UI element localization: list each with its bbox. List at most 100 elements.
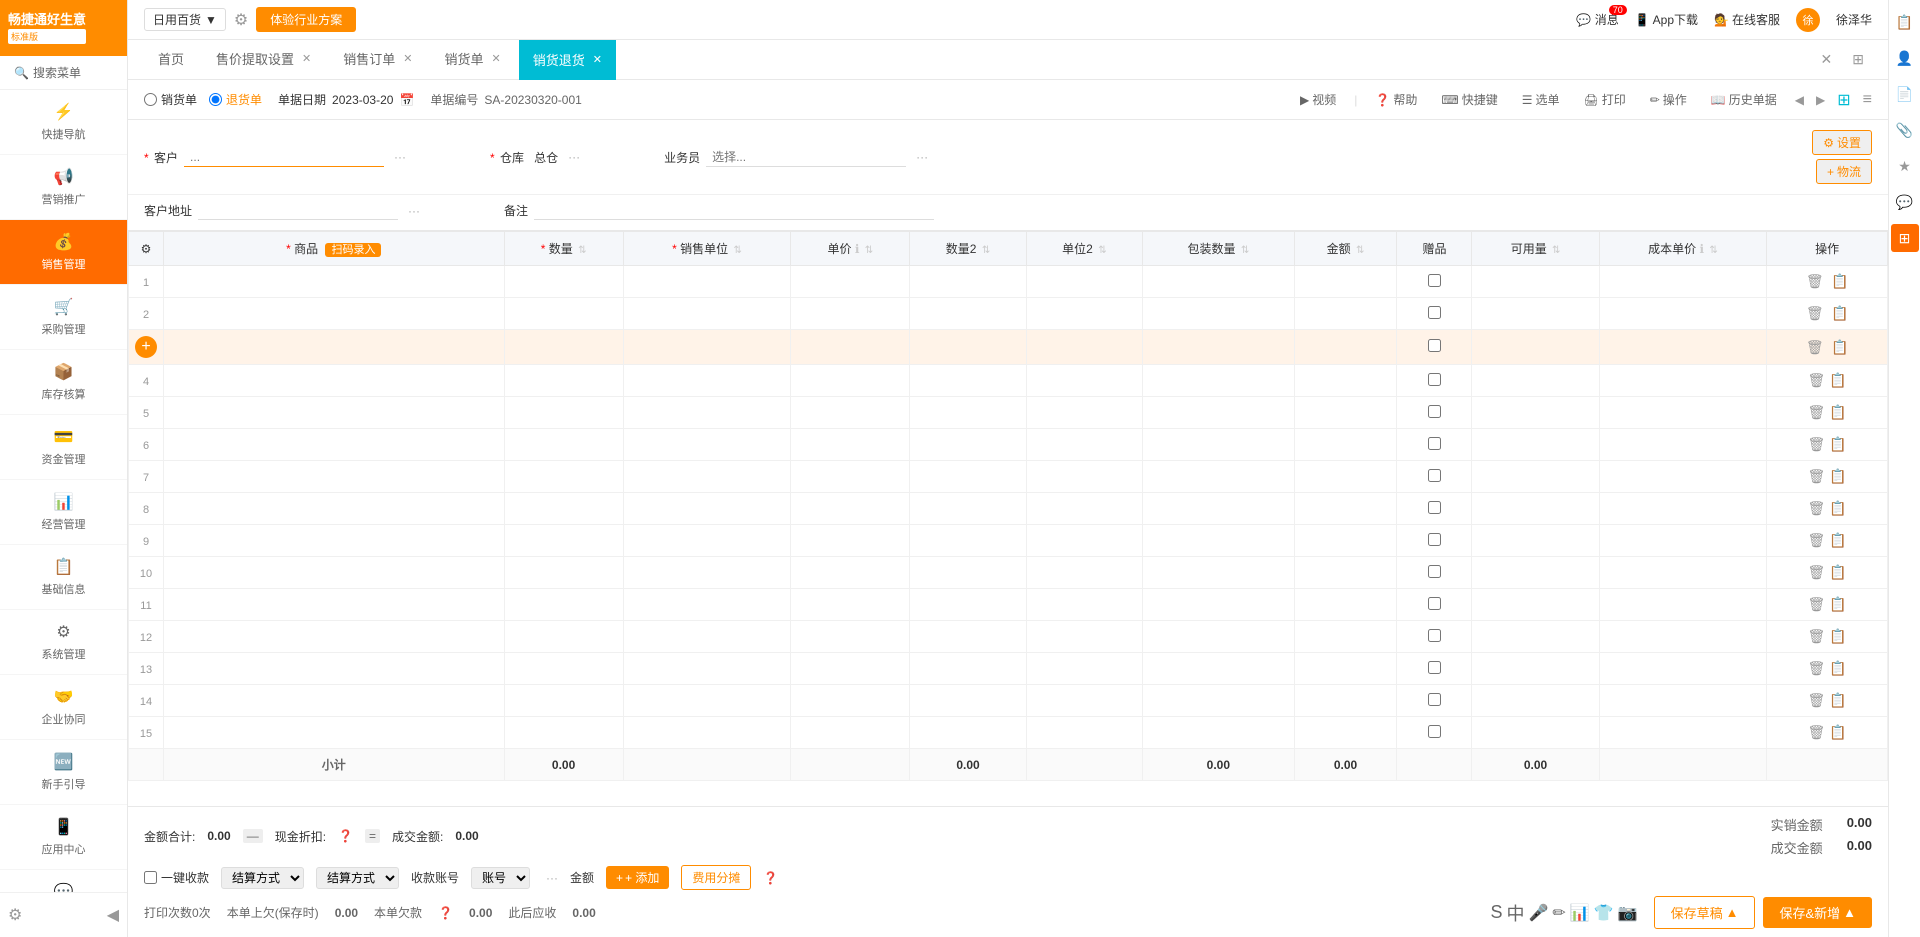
available-cell-2[interactable] (1472, 298, 1599, 330)
unit2-sort-icon[interactable]: ⇅ (1098, 245, 1106, 256)
sidebar-item-enterprise[interactable]: 🤝 企业协同 (0, 675, 127, 740)
history-btn[interactable]: 📖 历史单据 (1705, 89, 1783, 110)
gift-checkbox-2[interactable] (1428, 306, 1441, 319)
select-btn[interactable]: ☰ 选单 (1516, 89, 1566, 110)
sidebar-item-search[interactable]: 🔍 搜索菜单 (0, 56, 127, 90)
video-btn[interactable]: ▶ 视频 (1294, 89, 1342, 110)
tab-close-all-icon[interactable]: ✕ (1813, 51, 1841, 68)
copy-icon-1[interactable]: 📋 (1831, 273, 1848, 289)
qty2-cell-1[interactable] (910, 266, 1026, 298)
qty-cell-2[interactable] (504, 298, 623, 330)
sale-unit-cell-3[interactable] (623, 330, 791, 365)
tab-sales-return[interactable]: 销货退货 ✕ (519, 40, 616, 80)
pack-qty-cell-1[interactable] (1143, 266, 1295, 298)
gift-checkbox-1[interactable] (1428, 274, 1441, 287)
copy-icon-7[interactable]: 📋 (1829, 468, 1846, 484)
sidebar-item-appstore[interactable]: 📱 应用中心 (0, 805, 127, 870)
amount-cell-2[interactable] (1294, 298, 1397, 330)
sidebar-item-operations[interactable]: 📊 经营管理 (0, 480, 127, 545)
tab-home[interactable]: 首页 (144, 40, 198, 80)
gift-cell-2[interactable] (1397, 298, 1472, 330)
sidebar-item-marketing[interactable]: 📢 营销推广 (0, 155, 127, 220)
delete-icon-6[interactable]: 🗑 (1807, 436, 1825, 452)
gear-icon[interactable]: ⚙ (141, 242, 152, 256)
unit-price-cell-1[interactable] (791, 266, 910, 298)
delete-icon-4[interactable]: 🗑 (1807, 372, 1825, 388)
tab-layout-icon[interactable]: ⊞ (1844, 51, 1872, 68)
experience-btn[interactable]: 体验行业方案 (256, 7, 356, 32)
tool-icon-7[interactable]: 📷 (1618, 903, 1638, 923)
sidebar-item-newbie[interactable]: 🆕 新手引导 (0, 740, 127, 805)
radio-delivery-input[interactable] (144, 93, 157, 106)
tab-delivery[interactable]: 销货单 ✕ (430, 40, 514, 80)
sale-unit-cell-1[interactable] (623, 266, 791, 298)
copy-icon-13[interactable]: 📋 (1829, 660, 1846, 676)
user-name[interactable]: 徐泽华 (1836, 11, 1872, 28)
unit2-cell-1[interactable] (1026, 266, 1142, 298)
product-cell-3[interactable] (164, 330, 505, 365)
cost-price-cell-2[interactable] (1599, 298, 1767, 330)
cost-price-cell-1[interactable] (1599, 266, 1767, 298)
gift-checkbox-5[interactable] (1428, 405, 1441, 418)
gift-checkbox-7[interactable] (1428, 469, 1441, 482)
online-service-btn[interactable]: 💁 在线客服 (1714, 11, 1780, 28)
tab-sales-order-close[interactable]: ✕ (403, 52, 412, 65)
copy-icon-9[interactable]: 📋 (1829, 532, 1846, 548)
available-cell-1[interactable] (1472, 266, 1599, 298)
right-panel-icon-6[interactable]: 💬 (1891, 188, 1919, 216)
scan-badge[interactable]: 扫码录入 (325, 243, 381, 257)
sidebar-item-sales[interactable]: 💰 销售管理 (0, 220, 127, 285)
tool-icon-5[interactable]: 📊 (1570, 903, 1590, 923)
gift-checkbox-9[interactable] (1428, 533, 1441, 546)
right-panel-icon-3[interactable]: 📄 (1891, 80, 1919, 108)
print-btn[interactable]: 🖨 打印 (1577, 89, 1631, 110)
radio-delivery[interactable]: 销货单 (144, 91, 197, 108)
right-panel-icon-5[interactable]: ★ (1891, 152, 1919, 180)
account-select[interactable]: 账号 (471, 867, 530, 889)
unit-price-info-icon[interactable]: ℹ (855, 242, 860, 256)
qty2-cell-2[interactable] (910, 298, 1026, 330)
cash-discount-help-icon[interactable]: ❓ (338, 829, 353, 843)
product-cell-2[interactable] (164, 298, 505, 330)
amount-cell-1[interactable] (1294, 266, 1397, 298)
warehouse-select-btn[interactable]: ··· (568, 150, 580, 164)
gift-checkbox-15[interactable] (1428, 725, 1441, 738)
copy-icon-5[interactable]: 📋 (1829, 404, 1846, 420)
unit-price-sort-icon[interactable]: ⇅ (865, 245, 873, 256)
sidebar-item-system[interactable]: ⚙ 系统管理 (0, 610, 127, 675)
gift-cell-3[interactable] (1397, 330, 1472, 365)
copy-icon-3[interactable]: 📋 (1831, 339, 1848, 355)
cost-sort-icon[interactable]: ⇅ (1709, 245, 1717, 256)
qty-cell-3[interactable] (504, 330, 623, 365)
grid-view-icon[interactable]: ⊞ (1837, 90, 1850, 110)
delete-icon-1[interactable]: 🗑 (1806, 273, 1824, 289)
unit-price-cell-2[interactable] (791, 298, 910, 330)
list-view-icon[interactable]: ≡ (1863, 91, 1872, 109)
copy-icon-11[interactable]: 📋 (1829, 596, 1846, 612)
address-select-btn[interactable]: ··· (408, 204, 420, 218)
qty-cell-1[interactable] (504, 266, 623, 298)
delete-icon-15[interactable]: 🗑 (1807, 724, 1825, 740)
customer-input[interactable] (184, 148, 384, 167)
save-new-btn[interactable]: 保存&新增 ▲ (1763, 897, 1872, 928)
calc-method-select[interactable]: 结算方式 (316, 867, 399, 889)
copy-icon-10[interactable]: 📋 (1829, 564, 1846, 580)
qty2-cell-3[interactable] (910, 330, 1026, 365)
message-btn[interactable]: 💬 70 消息 (1576, 11, 1618, 28)
radio-return[interactable]: 退货单 (209, 91, 262, 108)
copy-icon-2[interactable]: 📋 (1831, 305, 1848, 321)
tool-icon-4[interactable]: ✏ (1552, 903, 1565, 923)
logistics-btn[interactable]: + 物流 (1816, 159, 1872, 184)
right-panel-icon-1[interactable]: 📋 (1891, 8, 1919, 36)
delete-icon-12[interactable]: 🗑 (1807, 628, 1825, 644)
calendar-icon[interactable]: 📅 (399, 93, 414, 107)
delete-icon-13[interactable]: 🗑 (1807, 660, 1825, 676)
staff-select-btn[interactable]: ··· (916, 150, 928, 164)
tool-icon-3[interactable]: 🎤 (1528, 903, 1548, 923)
copy-icon-12[interactable]: 📋 (1829, 628, 1846, 644)
qty2-sort-icon[interactable]: ⇅ (982, 245, 990, 256)
customer-select-btn[interactable]: ··· (394, 150, 406, 164)
delete-icon-2[interactable]: 🗑 (1806, 305, 1824, 321)
sidebar-item-basic-info[interactable]: 📋 基础信息 (0, 545, 127, 610)
gift-checkbox-14[interactable] (1428, 693, 1441, 706)
